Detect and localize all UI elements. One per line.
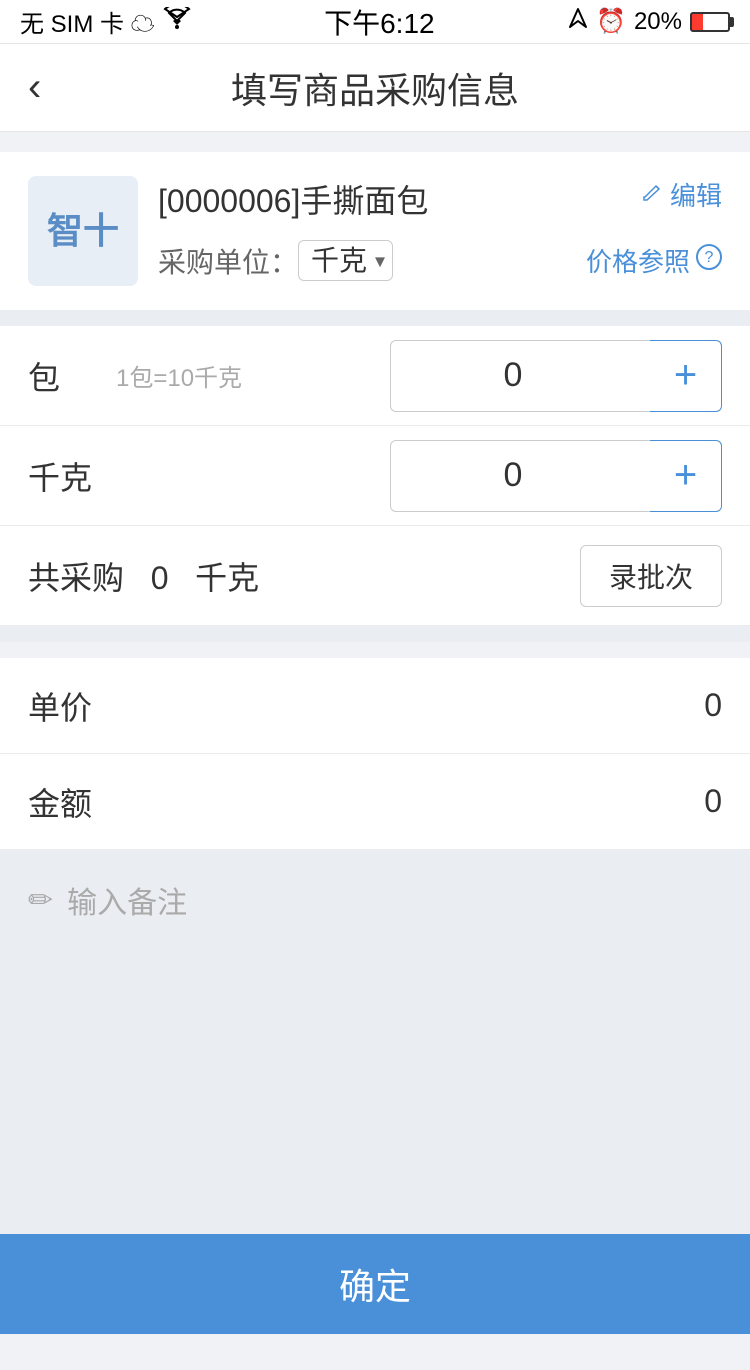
kg-row: 千克 + <box>0 426 750 526</box>
product-logo: 智十 <box>47 209 119 252</box>
nav-bar: ‹ 填写商品采购信息 <box>0 44 750 132</box>
product-info: [0000006]手撕面包 采购单位： 千克 包 价格参照 ? <box>158 176 722 281</box>
product-name: [0000006]手撕面包 <box>158 176 722 222</box>
bao-plus-button[interactable]: + <box>650 340 722 412</box>
quantity-section: 包 1包=10千克 + 千克 + <box>0 326 750 526</box>
summary-text: 共采购 0 千克 <box>28 553 259 599</box>
price-ref-label: 价格参照 <box>586 242 690 279</box>
pencil-icon: ✏ <box>28 883 53 918</box>
battery-percent: 20% <box>634 8 682 36</box>
summary-row: 共采购 0 千克 录批次 <box>0 526 750 626</box>
battery-icon <box>690 12 730 32</box>
status-right: ⏰ 20% <box>568 7 730 36</box>
page-title: 填写商品采购信息 <box>231 62 519 114</box>
bao-input-group: + <box>390 340 722 412</box>
price-ref-button[interactable]: 价格参照 ? <box>586 242 722 279</box>
unit-select[interactable]: 千克 包 <box>298 240 393 281</box>
summary-unit: 千克 <box>195 560 259 596</box>
main-content: 智十 [0000006]手撕面包 采购单位： 千克 包 价格参照 <box>0 152 750 1370</box>
remark-placeholder: 输入备注 <box>67 878 187 922</box>
edit-icon <box>642 179 664 210</box>
unit-price-label: 单价 <box>28 683 92 729</box>
unit-price-value: 0 <box>704 687 722 724</box>
bao-row: 包 1包=10千克 + <box>0 326 750 426</box>
alarm-icon: ⏰ <box>596 7 626 36</box>
kg-plus-button[interactable]: + <box>650 440 722 512</box>
amount-value: 0 <box>704 783 722 820</box>
status-bar: 无 SIM 卡 ☁ 下午6:12 ⏰ 20% <box>0 0 750 44</box>
kg-input-group: + <box>390 440 722 512</box>
wifi-icon <box>163 7 191 36</box>
summary-quantity: 0 <box>151 560 169 596</box>
info-section: 单价 0 金额 0 <box>0 658 750 850</box>
location-icon <box>568 7 588 36</box>
back-button[interactable]: ‹ <box>28 65 41 110</box>
kg-label: 千克 <box>28 453 108 499</box>
svg-text:?: ? <box>705 249 714 266</box>
record-batch-button[interactable]: 录批次 <box>580 545 722 607</box>
section-divider-1 <box>0 310 750 326</box>
product-card: 智十 [0000006]手撕面包 采购单位： 千克 包 价格参照 <box>0 152 750 310</box>
status-left: 无 SIM 卡 ☁ <box>20 4 191 39</box>
amount-label: 金额 <box>28 779 92 825</box>
section-divider-2 <box>0 626 750 642</box>
bao-input[interactable] <box>390 340 650 412</box>
unit-price-row: 单价 0 <box>0 658 750 754</box>
confirm-button[interactable]: 确定 <box>0 1234 750 1334</box>
unit-select-wrapper[interactable]: 千克 包 <box>298 240 393 281</box>
summary-prefix: 共采购 <box>28 560 124 596</box>
edit-button[interactable]: 编辑 <box>642 176 722 213</box>
empty-space <box>0 950 750 1270</box>
unit-label: 采购单位： <box>158 241 298 281</box>
bao-sub-label: 1包=10千克 <box>116 358 242 393</box>
product-thumbnail: 智十 <box>28 176 138 286</box>
remark-section: ✏ 输入备注 <box>0 850 750 950</box>
bao-label: 包 <box>28 353 108 399</box>
kg-input[interactable] <box>390 440 650 512</box>
help-icon: ? <box>696 244 722 277</box>
status-time: 下午6:12 <box>324 2 435 42</box>
edit-label: 编辑 <box>670 176 722 213</box>
amount-row: 金额 0 <box>0 754 750 850</box>
no-sim-text: 无 SIM 卡 ☁ <box>20 4 155 39</box>
product-bottom-row: 采购单位： 千克 包 价格参照 ? <box>158 240 722 281</box>
